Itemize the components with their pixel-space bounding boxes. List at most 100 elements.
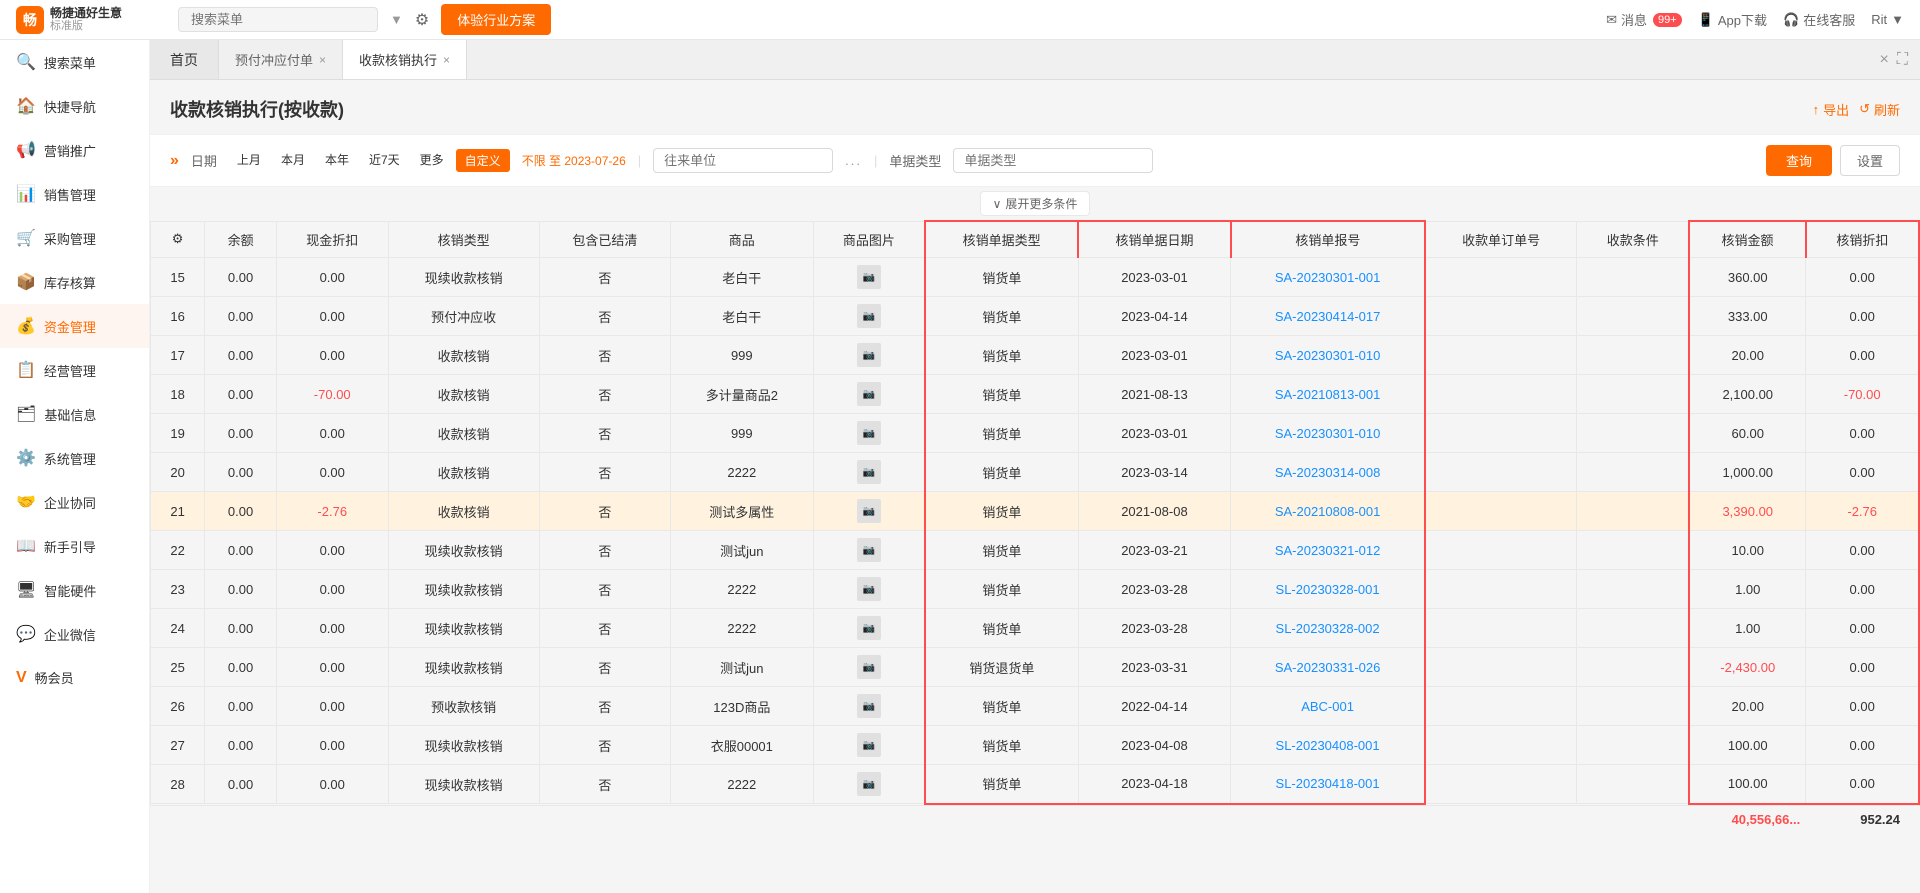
table-row: 230.000.00现续收款核销否2222📷销货单2023-03-28SL-20… bbox=[151, 570, 1920, 609]
row-id: 28 bbox=[151, 765, 205, 804]
filter-divider: | bbox=[638, 153, 641, 168]
row-cancel-bill-no[interactable]: SA-20230331-026 bbox=[1231, 648, 1425, 687]
sidebar-item-basic[interactable]: 🗂 基础信息 bbox=[0, 392, 149, 436]
row-cancel-bill-no[interactable]: SA-20230301-010 bbox=[1231, 336, 1425, 375]
counterpart-input[interactable] bbox=[653, 148, 833, 173]
sidebar-item-guide[interactable]: 📖 新手引导 bbox=[0, 524, 149, 568]
row-receipt-order-no bbox=[1425, 531, 1577, 570]
row-cancel-bill-no[interactable]: SL-20230408-001 bbox=[1231, 726, 1425, 765]
col-header-cancel-amount: 核销金额 bbox=[1689, 221, 1806, 258]
chip-last-7-days[interactable]: 近7天 bbox=[361, 149, 408, 172]
export-button[interactable]: ↑ 导出 bbox=[1813, 100, 1850, 119]
row-cancel-bill-no[interactable]: SA-20210813-001 bbox=[1231, 375, 1425, 414]
sidebar-item-search[interactable]: 🔍 搜索菜单 bbox=[0, 40, 149, 84]
row-receipt-condition bbox=[1577, 297, 1689, 336]
row-include-cleared: 否 bbox=[539, 765, 670, 804]
main-content: 首页 预付冲应付单 × 收款核销执行 × × ⛶ 收款核销执行(按收款) ↑ 导… bbox=[150, 40, 1920, 893]
row-cancel-bill-no[interactable]: SL-20230328-002 bbox=[1231, 609, 1425, 648]
window-maximize-icon[interactable]: ⛶ bbox=[1897, 51, 1908, 69]
row-include-cleared: 否 bbox=[539, 687, 670, 726]
sidebar-item-purchase[interactable]: 🛒 采购管理 bbox=[0, 216, 149, 260]
sidebar-item-sales[interactable]: 📊 销售管理 bbox=[0, 172, 149, 216]
row-cancel-bill-no[interactable]: SA-20230301-001 bbox=[1231, 258, 1425, 297]
sidebar-item-finance[interactable]: 💰 资金管理 bbox=[0, 304, 149, 348]
dropdown-arrow-icon[interactable]: ▼ bbox=[390, 12, 403, 27]
row-cancel-bill-no[interactable]: SL-20230418-001 bbox=[1231, 765, 1425, 804]
row-cancel-type: 收款核销 bbox=[388, 336, 539, 375]
row-cancel-discount: -2.76 bbox=[1806, 492, 1919, 531]
row-product: 2222 bbox=[671, 765, 813, 804]
message-icon-area[interactable]: ✉ 消息 99+ bbox=[1606, 10, 1682, 29]
row-cancel-type: 预收款核销 bbox=[388, 687, 539, 726]
chip-this-year[interactable]: 本年 bbox=[317, 149, 357, 172]
tab-receipt-close-icon[interactable]: × bbox=[443, 53, 450, 67]
tab-prepay[interactable]: 预付冲应付单 × bbox=[219, 40, 343, 79]
row-id: 26 bbox=[151, 687, 205, 726]
row-include-cleared: 否 bbox=[539, 258, 670, 297]
chip-this-month[interactable]: 本月 bbox=[273, 149, 313, 172]
filter-expand-arrow[interactable]: » bbox=[170, 152, 179, 170]
row-product-image: 📷 bbox=[813, 648, 925, 687]
row-cancel-bill-no[interactable]: SA-20230301-010 bbox=[1231, 414, 1425, 453]
brand-text: 畅捷通好生意 标准版 bbox=[50, 6, 122, 34]
sidebar-item-quicknav[interactable]: 🏠 快捷导航 bbox=[0, 84, 149, 128]
row-cancel-bill-no[interactable]: ABC-001 bbox=[1231, 687, 1425, 726]
chip-custom[interactable]: 自定义 bbox=[456, 149, 510, 172]
row-cancel-bill-no[interactable]: SA-20230321-012 bbox=[1231, 531, 1425, 570]
row-cash-discount: 0.00 bbox=[276, 765, 388, 804]
row-product: 老白干 bbox=[671, 297, 813, 336]
row-product: 999 bbox=[671, 414, 813, 453]
settings-button[interactable]: 设置 bbox=[1840, 145, 1900, 176]
chip-more[interactable]: 更多 bbox=[412, 149, 452, 172]
settings-gear-icon[interactable]: ⚙ bbox=[415, 10, 429, 30]
row-cancel-type: 现续收款核销 bbox=[388, 765, 539, 804]
col-header-receipt-condition: 收款条件 bbox=[1577, 221, 1689, 258]
query-button[interactable]: 查询 bbox=[1766, 145, 1832, 176]
single-type-input[interactable] bbox=[953, 148, 1153, 173]
sidebar-item-member[interactable]: V 畅会员 bbox=[0, 656, 149, 699]
user-area[interactable]: Rit ▼ bbox=[1871, 12, 1904, 27]
row-product-image: 📷 bbox=[813, 765, 925, 804]
row-cash-discount: 0.00 bbox=[276, 336, 388, 375]
trial-button[interactable]: 体验行业方案 bbox=[441, 4, 551, 35]
sidebar-item-label: 畅会员 bbox=[35, 668, 74, 687]
table-row: 260.000.00预收款核销否123D商品📷销货单2022-04-14ABC-… bbox=[151, 687, 1920, 726]
row-cancel-bill-no[interactable]: SA-20230414-017 bbox=[1231, 297, 1425, 336]
sidebar-item-enterprise[interactable]: 🤝 企业协同 bbox=[0, 480, 149, 524]
row-receipt-condition bbox=[1577, 375, 1689, 414]
sidebar-item-wechat[interactable]: 💬 企业微信 bbox=[0, 612, 149, 656]
sidebar-item-hardware[interactable]: 🖥 智能硬件 bbox=[0, 568, 149, 612]
top-search-input[interactable] bbox=[178, 7, 378, 32]
tab-receipt[interactable]: 收款核销执行 × bbox=[343, 40, 467, 79]
sidebar-item-inventory[interactable]: 📦 库存核算 bbox=[0, 260, 149, 304]
tab-prepay-close-icon[interactable]: × bbox=[319, 53, 326, 67]
row-product-image: 📷 bbox=[813, 297, 925, 336]
window-close-icon[interactable]: × bbox=[1879, 51, 1888, 69]
row-id: 21 bbox=[151, 492, 205, 531]
system-icon: ⚙️ bbox=[16, 448, 36, 468]
row-cancel-bill-no[interactable]: SL-20230328-001 bbox=[1231, 570, 1425, 609]
row-balance: 0.00 bbox=[205, 375, 277, 414]
tab-home[interactable]: 首页 bbox=[150, 40, 219, 79]
row-cancel-amount: 3,390.00 bbox=[1689, 492, 1806, 531]
sidebar-item-marketing[interactable]: 📢 营销推广 bbox=[0, 128, 149, 172]
online-service-area[interactable]: 🎧 在线客服 bbox=[1783, 10, 1855, 29]
col-header-cancel-bill-type: 核销单据类型 bbox=[925, 221, 1078, 258]
row-cancel-discount: 0.00 bbox=[1806, 765, 1919, 804]
chip-last-month[interactable]: 上月 bbox=[229, 149, 269, 172]
sidebar-item-system[interactable]: ⚙️ 系统管理 bbox=[0, 436, 149, 480]
row-include-cleared: 否 bbox=[539, 531, 670, 570]
row-cancel-amount: 20.00 bbox=[1689, 336, 1806, 375]
row-product-image: 📷 bbox=[813, 687, 925, 726]
sidebar-item-operations[interactable]: 📋 经营管理 bbox=[0, 348, 149, 392]
col-header-gear[interactable]: ⚙ bbox=[151, 221, 205, 258]
expand-conditions-button[interactable]: ∨ 展开更多条件 bbox=[980, 191, 1091, 216]
refresh-button[interactable]: ↺ 刷新 bbox=[1859, 100, 1900, 119]
row-receipt-condition bbox=[1577, 414, 1689, 453]
app-download-area[interactable]: 📱 App下载 bbox=[1698, 10, 1767, 29]
row-cancel-bill-no[interactable]: SA-20230314-008 bbox=[1231, 453, 1425, 492]
brand-logo-area: 畅 畅捷通好生意 标准版 bbox=[16, 6, 166, 34]
filter-divider2: | bbox=[874, 153, 877, 168]
row-cancel-bill-type: 销货退货单 bbox=[925, 648, 1078, 687]
row-cancel-bill-no[interactable]: SA-20210808-001 bbox=[1231, 492, 1425, 531]
